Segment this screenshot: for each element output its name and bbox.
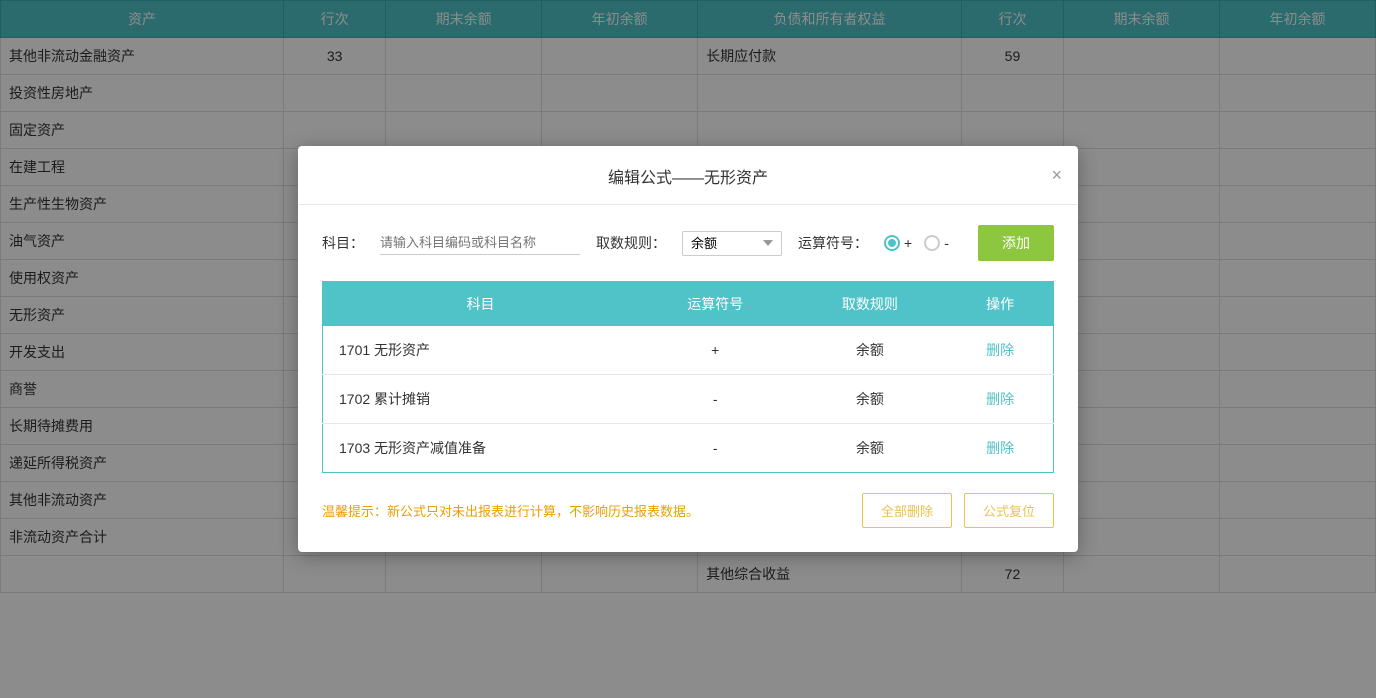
formula-row: 1703 无形资产减值准备-余额 删除 [323, 424, 1054, 473]
modal-title: 编辑公式——无形资产 [608, 164, 768, 188]
formula-row: 1701 无形资产+余额 删除 [323, 326, 1054, 375]
rule-label: 取数规则： [596, 233, 666, 253]
radio-minus[interactable]: - [924, 235, 949, 251]
operator-label: 运算符号： [798, 233, 868, 253]
formula-action: 删除 [947, 326, 1053, 375]
modal-overlay: 编辑公式——无形资产 × 科目： 取数规则： 余额借方发生额贷方发生额 运算符号… [0, 0, 1376, 698]
formula-col-header: 操作 [947, 282, 1053, 327]
formula-rule: 余额 [793, 424, 948, 473]
modal-header: 编辑公式——无形资产 × [298, 146, 1078, 205]
data-table-wrap: 科目运算符号取数规则操作 1701 无形资产+余额删除1702 累计摊销-余额删… [298, 281, 1078, 473]
subject-input[interactable] [380, 231, 580, 255]
modal-footer: 温馨提示：新公式只对未出报表进行计算，不影响历史报表数据。 全部删除 公式复位 [298, 473, 1078, 528]
formula-rule: 余额 [793, 375, 948, 424]
rule-select[interactable]: 余额借方发生额贷方发生额 [682, 231, 782, 256]
radio-minus-circle [924, 235, 940, 251]
radio-plus-label: + [904, 235, 912, 251]
formula-subject: 1703 无形资产减值准备 [323, 424, 638, 473]
formula-operator: - [638, 375, 793, 424]
delete-all-button[interactable]: 全部删除 [862, 493, 952, 528]
modal-close-button[interactable]: × [1051, 166, 1062, 184]
formula-col-header: 运算符号 [638, 282, 793, 327]
reset-formula-button[interactable]: 公式复位 [964, 493, 1054, 528]
delete-row-link[interactable]: 删除 [986, 391, 1014, 407]
radio-minus-label: - [944, 235, 949, 251]
radio-plus[interactable]: + [884, 235, 912, 251]
edit-formula-modal: 编辑公式——无形资产 × 科目： 取数规则： 余额借方发生额贷方发生额 运算符号… [298, 146, 1078, 552]
subject-label: 科目： [322, 233, 364, 253]
formula-table: 科目运算符号取数规则操作 1701 无形资产+余额删除1702 累计摊销-余额删… [322, 281, 1054, 473]
footer-buttons: 全部删除 公式复位 [862, 493, 1054, 528]
formula-row: 1702 累计摊销-余额 删除 [323, 375, 1054, 424]
formula-rule: 余额 [793, 326, 948, 375]
formula-col-header: 取数规则 [793, 282, 948, 327]
formula-action: 删除 [947, 375, 1053, 424]
delete-row-link[interactable]: 删除 [986, 440, 1014, 456]
add-button[interactable]: 添加 [978, 225, 1054, 261]
form-row: 科目： 取数规则： 余额借方发生额贷方发生额 运算符号： + - 添加 [298, 205, 1078, 281]
radio-plus-circle [884, 235, 900, 251]
formula-action: 删除 [947, 424, 1053, 473]
formula-subject: 1701 无形资产 [323, 326, 638, 375]
formula-col-header: 科目 [323, 282, 638, 327]
formula-operator: + [638, 326, 793, 375]
delete-row-link[interactable]: 删除 [986, 342, 1014, 358]
tip-text: 温馨提示：新公式只对未出报表进行计算，不影响历史报表数据。 [322, 501, 699, 520]
operator-radio-group: + - [884, 235, 949, 251]
rule-select-wrap: 余额借方发生额贷方发生额 [682, 231, 782, 256]
formula-subject: 1702 累计摊销 [323, 375, 638, 424]
formula-operator: - [638, 424, 793, 473]
